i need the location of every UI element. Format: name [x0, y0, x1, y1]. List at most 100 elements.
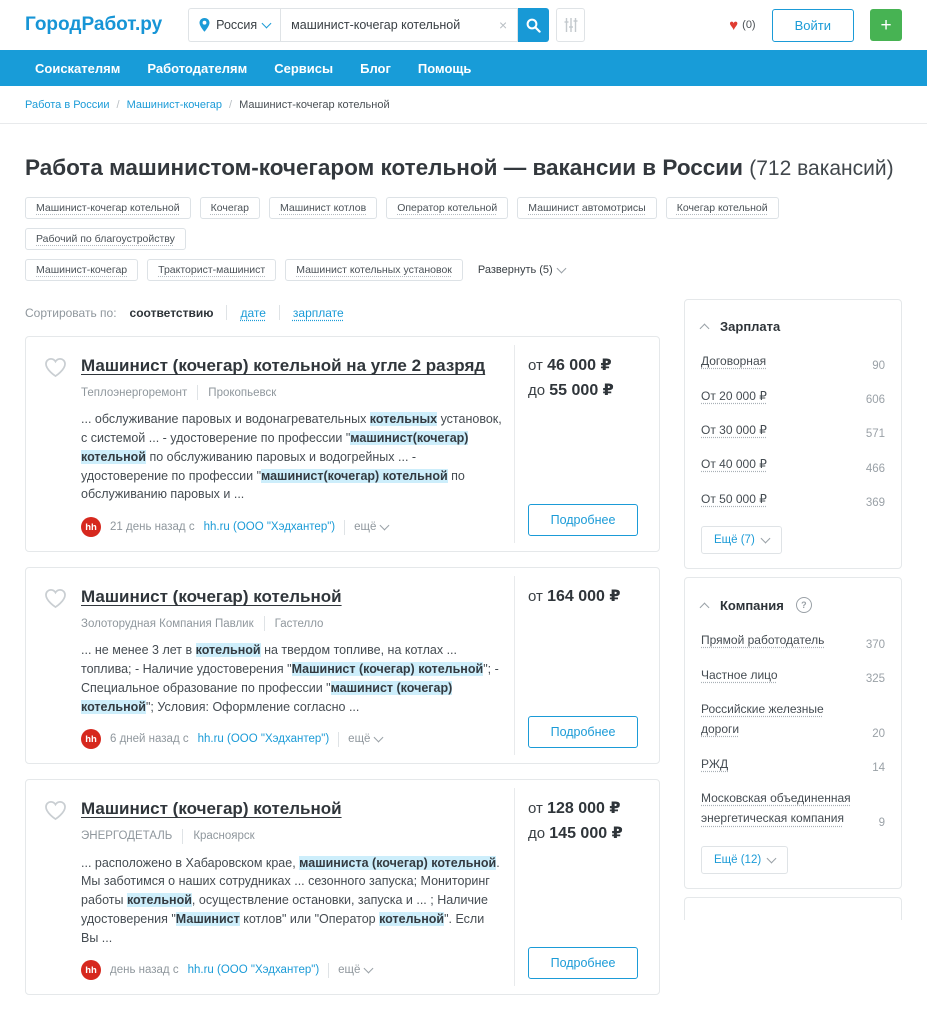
sort-option-date[interactable]: дате: [240, 306, 265, 320]
page-title-text: Работа машинистом-кочегаром котельной — …: [25, 155, 743, 180]
favorite-heart-button[interactable]: [44, 354, 68, 537]
breadcrumb-separator: /: [117, 99, 120, 111]
salary-to: до 55 000 ₽: [528, 380, 645, 400]
salary-value: 55 000 ₽: [549, 382, 614, 399]
help-icon[interactable]: ?: [796, 597, 812, 613]
details-button[interactable]: Подробнее: [528, 947, 638, 979]
source-link[interactable]: hh.ru (ООО "Хэдхантер"): [198, 733, 330, 745]
company-row: ЭНЕРГОДЕТАЛЬ Красноярск: [81, 829, 502, 844]
job-card-side: от 128 000 ₽ до 145 000 ₽ Подробнее: [514, 788, 659, 986]
more-options-button[interactable]: ещё: [348, 733, 382, 745]
expand-tags-button[interactable]: Развернуть (5): [478, 264, 565, 276]
chevron-down-icon: [760, 534, 770, 544]
search-button[interactable]: [518, 8, 549, 42]
job-card-side: от 164 000 ₽ Подробнее: [514, 576, 659, 755]
nav-item-servisy[interactable]: Сервисы: [274, 61, 333, 76]
filter-option[interactable]: Договорная: [701, 351, 766, 371]
city-name: Красноярск: [193, 830, 254, 842]
favorite-heart-button[interactable]: [44, 797, 68, 980]
salary-prefix: от: [528, 588, 543, 605]
search-input[interactable]: [289, 17, 497, 33]
source-link[interactable]: hh.ru (ООО "Хэдхантер"): [188, 964, 320, 976]
page: ГородРабот.ру Россия ×: [0, 0, 927, 1010]
search-input-wrap: ×: [280, 8, 518, 42]
show-more-salary-button[interactable]: Ещё (7): [701, 526, 782, 554]
login-button[interactable]: Войти: [772, 9, 854, 42]
chevron-down-icon: [374, 733, 384, 743]
add-vacancy-button[interactable]: +: [870, 9, 902, 41]
filter-option[interactable]: Московская объединенная энергетическая к…: [701, 788, 871, 829]
filter-row: От 50 000 ₽ 369: [701, 489, 885, 509]
job-card: Машинист (кочегар) котельной на угле 2 р…: [25, 336, 660, 552]
search-bar: Россия ×: [188, 8, 585, 42]
filter-panel-header[interactable]: Зарплата: [701, 319, 885, 334]
chevron-up-icon: [700, 602, 710, 612]
city-name: Гастелло: [275, 618, 324, 630]
filter-count: 571: [866, 428, 885, 440]
expand-tags-label: Развернуть (5): [478, 264, 553, 276]
details-button[interactable]: Подробнее: [528, 504, 638, 536]
more-options-button[interactable]: ещё: [338, 964, 372, 976]
job-card-main: Машинист (кочегар) котельной Золоторудна…: [81, 585, 502, 749]
filter-count: 370: [866, 639, 885, 651]
site-logo[interactable]: ГородРабот.ру: [25, 14, 162, 36]
job-card: Машинист (кочегар) котельной Золоторудна…: [25, 567, 660, 764]
show-more-company-button[interactable]: Ещё (12): [701, 846, 788, 874]
filter-panel-header[interactable]: Компания ?: [701, 597, 885, 613]
tag-label: Тракторист-машинист: [158, 264, 265, 276]
tag-chip[interactable]: Машинист котельных установок: [285, 259, 463, 281]
tag-chip[interactable]: Оператор котельной: [386, 197, 508, 219]
tag-chip[interactable]: Кочегар котельной: [666, 197, 779, 219]
job-card-main: Машинист (кочегар) котельной на угле 2 р…: [81, 354, 502, 537]
details-button[interactable]: Подробнее: [528, 716, 638, 748]
job-title-link[interactable]: Машинист (кочегар) котельной: [81, 586, 342, 607]
sort-option-relevance[interactable]: соответствию: [130, 306, 214, 320]
filters-button[interactable]: [556, 8, 585, 42]
tag-chip[interactable]: Машинист-кочегар: [25, 259, 138, 281]
job-card-body: Машинист (кочегар) котельной Золоторудна…: [26, 568, 514, 763]
tag-chip[interactable]: Машинист автомотрисы: [517, 197, 657, 219]
job-title-link[interactable]: Машинист (кочегар) котельной на угле 2 р…: [81, 355, 485, 376]
source-link[interactable]: hh.ru (ООО "Хэдхантер"): [204, 521, 336, 533]
more-options-button[interactable]: ещё: [354, 521, 388, 533]
breadcrumb-link-profession[interactable]: Машинист-кочегар: [127, 99, 222, 111]
tag-chip[interactable]: Тракторист-машинист: [147, 259, 276, 281]
salary-prefix: от: [528, 800, 543, 817]
favorites-button[interactable]: ♥ (0): [729, 18, 755, 33]
filter-option[interactable]: Российские железные дороги: [701, 699, 864, 740]
favorite-heart-button[interactable]: [44, 585, 68, 749]
salary-prefix: до: [528, 382, 545, 399]
divider: [279, 305, 280, 320]
nav-item-blog[interactable]: Блог: [360, 61, 391, 76]
filter-option[interactable]: От 50 000 ₽: [701, 489, 767, 509]
breadcrumb-link-russia[interactable]: Работа в России: [25, 99, 110, 111]
clear-icon[interactable]: ×: [497, 18, 509, 32]
salary-from: от 46 000 ₽: [528, 355, 645, 375]
job-title-link[interactable]: Машинист (кочегар) котельной: [81, 798, 342, 819]
filter-option[interactable]: Прямой работодатель: [701, 630, 824, 650]
nav-item-soiskatelyam[interactable]: Соискателям: [35, 61, 120, 76]
filter-option[interactable]: Частное лицо: [701, 665, 778, 685]
filter-option[interactable]: От 30 000 ₽: [701, 420, 767, 440]
location-selector[interactable]: Россия: [188, 8, 280, 42]
tag-chip[interactable]: Кочегар: [200, 197, 260, 219]
tag-chip[interactable]: Рабочий по благоустройству: [25, 228, 186, 250]
nav-item-rabotodatelyam[interactable]: Работодателям: [147, 61, 247, 76]
filter-count: 325: [866, 673, 885, 685]
filter-option[interactable]: От 40 000 ₽: [701, 454, 767, 474]
divider: [338, 732, 339, 747]
tag-chip[interactable]: Машинист котлов: [269, 197, 377, 219]
filter-option[interactable]: РЖД: [701, 754, 728, 774]
tag-label: Машинист-кочегар котельной: [36, 202, 180, 214]
page-title: Работа машинистом-кочегаром котельной — …: [25, 154, 902, 181]
tag-chip[interactable]: Машинист-кочегар котельной: [25, 197, 191, 219]
job-card-main: Машинист (кочегар) котельной ЭНЕРГОДЕТАЛ…: [81, 797, 502, 980]
salary-block: от 128 000 ₽ до 145 000 ₽: [528, 798, 645, 848]
sort-label: Сортировать по:: [25, 306, 117, 320]
plus-icon: +: [880, 16, 891, 35]
sort-option-salary[interactable]: зарплате: [293, 306, 344, 320]
filter-option[interactable]: От 20 000 ₽: [701, 386, 767, 406]
sort-bar: Сортировать по: соответствию дате зарпла…: [25, 305, 660, 320]
job-description: ... не менее 3 лет в котельной на твердо…: [81, 641, 502, 716]
nav-item-pomosch[interactable]: Помощь: [418, 61, 471, 76]
